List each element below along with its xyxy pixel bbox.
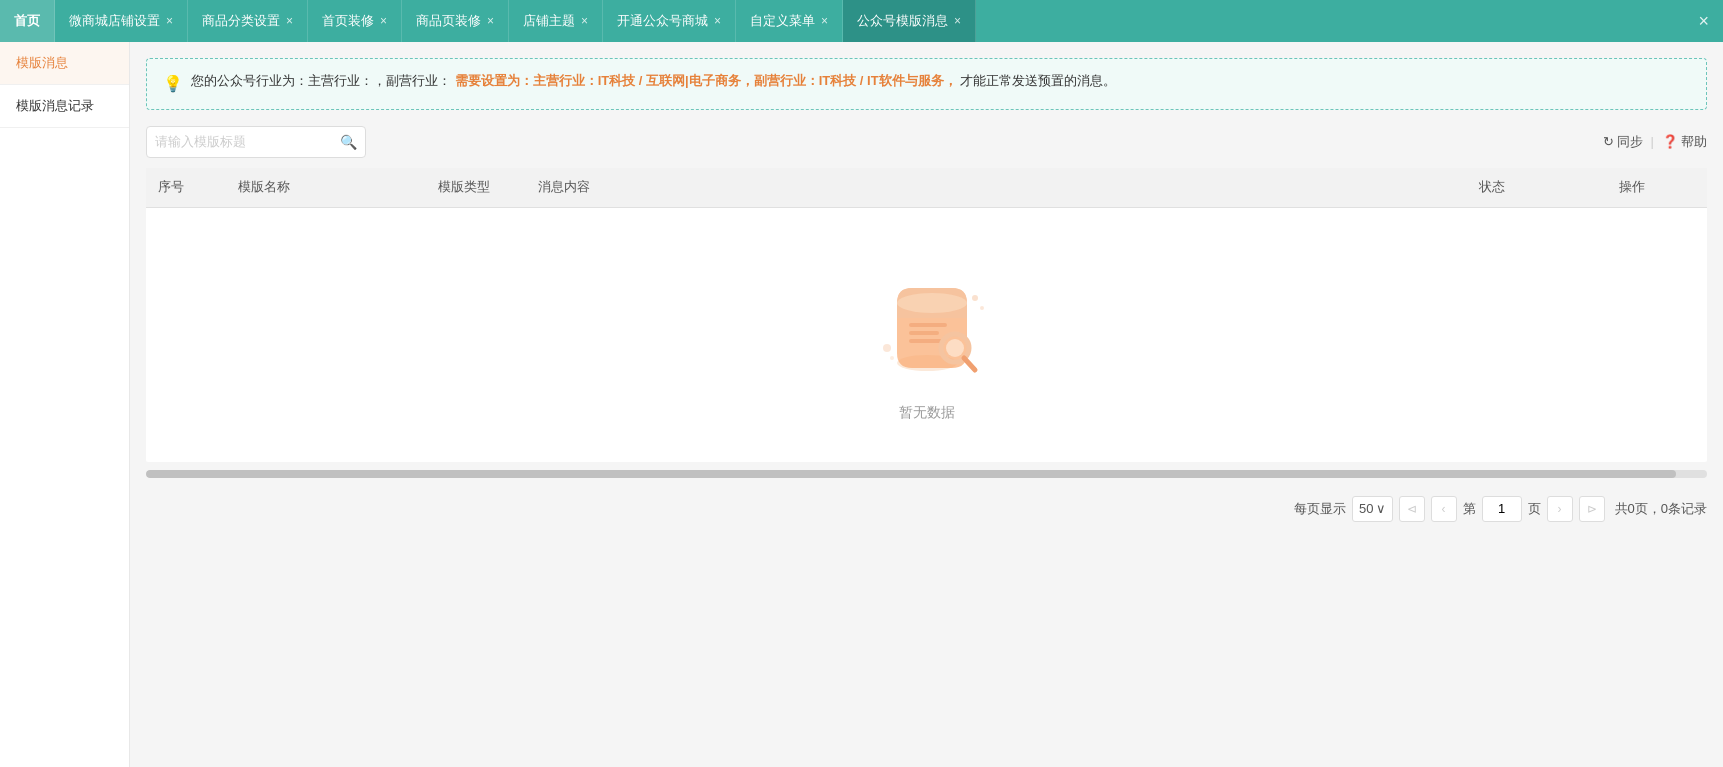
empty-illustration	[867, 268, 987, 388]
sidebar: 模版消息 模版消息记录	[0, 42, 130, 767]
open-mall-label: 开通公众号商城	[617, 12, 708, 30]
svg-point-11	[890, 356, 894, 360]
page-size-label: 每页显示	[1294, 500, 1346, 518]
sidebar-item-template-msg-label: 模版消息	[16, 55, 68, 70]
shop-theme-label: 店铺主题	[523, 12, 575, 30]
th-type: 模版类型	[426, 178, 526, 196]
page-prev-button[interactable]: ‹	[1431, 496, 1457, 522]
toolbar-right: ↻ 同步 | ❓ 帮助	[1603, 133, 1707, 151]
th-seq: 序号	[146, 178, 226, 196]
svg-point-9	[980, 306, 984, 310]
page-first-button[interactable]: ⊲	[1399, 496, 1425, 522]
nav-tab-shop-theme[interactable]: 店铺主题 ×	[509, 0, 603, 42]
category-setting-label: 商品分类设置	[202, 12, 280, 30]
th-content: 消息内容	[526, 178, 1467, 196]
horizontal-scrollbar[interactable]	[146, 470, 1707, 478]
close-home-decor[interactable]: ×	[380, 15, 387, 27]
page-number-input[interactable]	[1482, 496, 1522, 522]
sidebar-item-template-msg-log[interactable]: 模版消息记录	[0, 85, 129, 128]
toolbar-divider: |	[1651, 134, 1654, 149]
notice-box: 💡 您的公众号行业为：主营行业：，副营行业： 需要设置为：主营行业：IT科技 /…	[146, 58, 1707, 110]
svg-rect-4	[909, 339, 943, 343]
page-size-chevron: ∨	[1376, 501, 1386, 516]
sync-button[interactable]: ↻ 同步	[1603, 133, 1643, 151]
notice-icon: 💡	[163, 71, 183, 97]
close-category-setting[interactable]: ×	[286, 15, 293, 27]
main-layout: 模版消息 模版消息记录 💡 您的公众号行业为：主营行业：，副营行业： 需要设置为…	[0, 42, 1723, 767]
svg-point-1	[897, 293, 967, 313]
home-decor-label: 首页装修	[322, 12, 374, 30]
close-template-msg[interactable]: ×	[954, 15, 961, 27]
custom-menu-label: 自定义菜单	[750, 12, 815, 30]
top-nav: 首页 微商城店铺设置 × 商品分类设置 × 首页装修 × 商品页装修 × 店铺主…	[0, 0, 1723, 42]
shop-setting-label: 微商城店铺设置	[69, 12, 160, 30]
page-prefix: 第	[1463, 500, 1476, 518]
close-custom-menu[interactable]: ×	[821, 15, 828, 27]
help-label: 帮助	[1681, 133, 1707, 151]
help-button[interactable]: ❓ 帮助	[1662, 133, 1707, 151]
scrollbar-thumb[interactable]	[146, 470, 1676, 478]
template-msg-label: 公众号模版消息	[857, 12, 948, 30]
sidebar-item-template-msg-log-label: 模版消息记录	[16, 98, 94, 113]
page-unit: 页	[1528, 500, 1541, 518]
notice-text: 您的公众号行业为：主营行业：，副营行业： 需要设置为：主营行业：IT科技 / 互…	[191, 71, 1690, 92]
nav-tab-product-decor[interactable]: 商品页装修 ×	[402, 0, 509, 42]
svg-point-6	[946, 339, 964, 357]
pagination: 每页显示 50 ∨ ⊲ ‹ 第 页 › ⊳ 共0页，0条记录	[146, 486, 1707, 526]
nav-tab-home-decor[interactable]: 首页装修 ×	[308, 0, 402, 42]
nav-tab-shop-setting[interactable]: 微商城店铺设置 ×	[55, 0, 188, 42]
svg-rect-2	[909, 323, 947, 327]
search-icon[interactable]: 🔍	[340, 134, 357, 150]
page-total: 共0页，0条记录	[1615, 500, 1707, 518]
nav-tab-category-setting[interactable]: 商品分类设置 ×	[188, 0, 308, 42]
notice-prefix: 您的公众号行业为：主营行业：，副营行业：	[191, 73, 451, 88]
sidebar-item-template-msg[interactable]: 模版消息	[0, 42, 129, 85]
search-input[interactable]	[155, 134, 340, 149]
close-open-mall[interactable]: ×	[714, 15, 721, 27]
table-header: 序号 模版名称 模版类型 消息内容 状态 操作	[146, 168, 1707, 208]
th-status: 状态	[1467, 178, 1607, 196]
nav-tab-custom-menu[interactable]: 自定义菜单 ×	[736, 0, 843, 42]
notice-suffix: 才能正常发送预置的消息。	[960, 73, 1116, 88]
sync-icon: ↻	[1603, 134, 1614, 149]
sync-label: 同步	[1617, 133, 1643, 151]
svg-point-8	[972, 295, 978, 301]
home-tab-label: 首页	[14, 12, 40, 30]
search-input-wrap[interactable]: 🔍	[146, 126, 366, 158]
page-next-button[interactable]: ›	[1547, 496, 1573, 522]
th-action: 操作	[1607, 178, 1707, 196]
nav-tab-open-mall[interactable]: 开通公众号商城 ×	[603, 0, 736, 42]
page-size-select[interactable]: 50 ∨	[1352, 496, 1392, 522]
nav-tab-home[interactable]: 首页	[0, 0, 55, 42]
product-decor-label: 商品页装修	[416, 12, 481, 30]
empty-state: 暂无数据	[146, 208, 1707, 462]
close-shop-setting[interactable]: ×	[166, 15, 173, 27]
help-icon: ❓	[1662, 134, 1678, 149]
close-shop-theme[interactable]: ×	[581, 15, 588, 27]
content-area: 💡 您的公众号行业为：主营行业：，副营行业： 需要设置为：主营行业：IT科技 /…	[130, 42, 1723, 767]
svg-line-7	[964, 358, 975, 370]
notice-highlight: 需要设置为：主营行业：IT科技 / 互联网|电子商务，副营行业：IT科技 / I…	[455, 73, 957, 88]
page-last-button[interactable]: ⊳	[1579, 496, 1605, 522]
close-product-decor[interactable]: ×	[487, 15, 494, 27]
data-table: 序号 模版名称 模版类型 消息内容 状态 操作	[146, 168, 1707, 462]
th-name: 模版名称	[226, 178, 426, 196]
nav-tab-template-msg[interactable]: 公众号模版消息 ×	[843, 0, 976, 42]
search-bar: 🔍 ↻ 同步 | ❓ 帮助	[146, 126, 1707, 158]
empty-text: 暂无数据	[899, 404, 955, 422]
svg-rect-3	[909, 331, 939, 335]
close-all-button[interactable]: ×	[1684, 11, 1723, 32]
svg-point-10	[883, 344, 891, 352]
page-size-value: 50	[1359, 501, 1373, 516]
